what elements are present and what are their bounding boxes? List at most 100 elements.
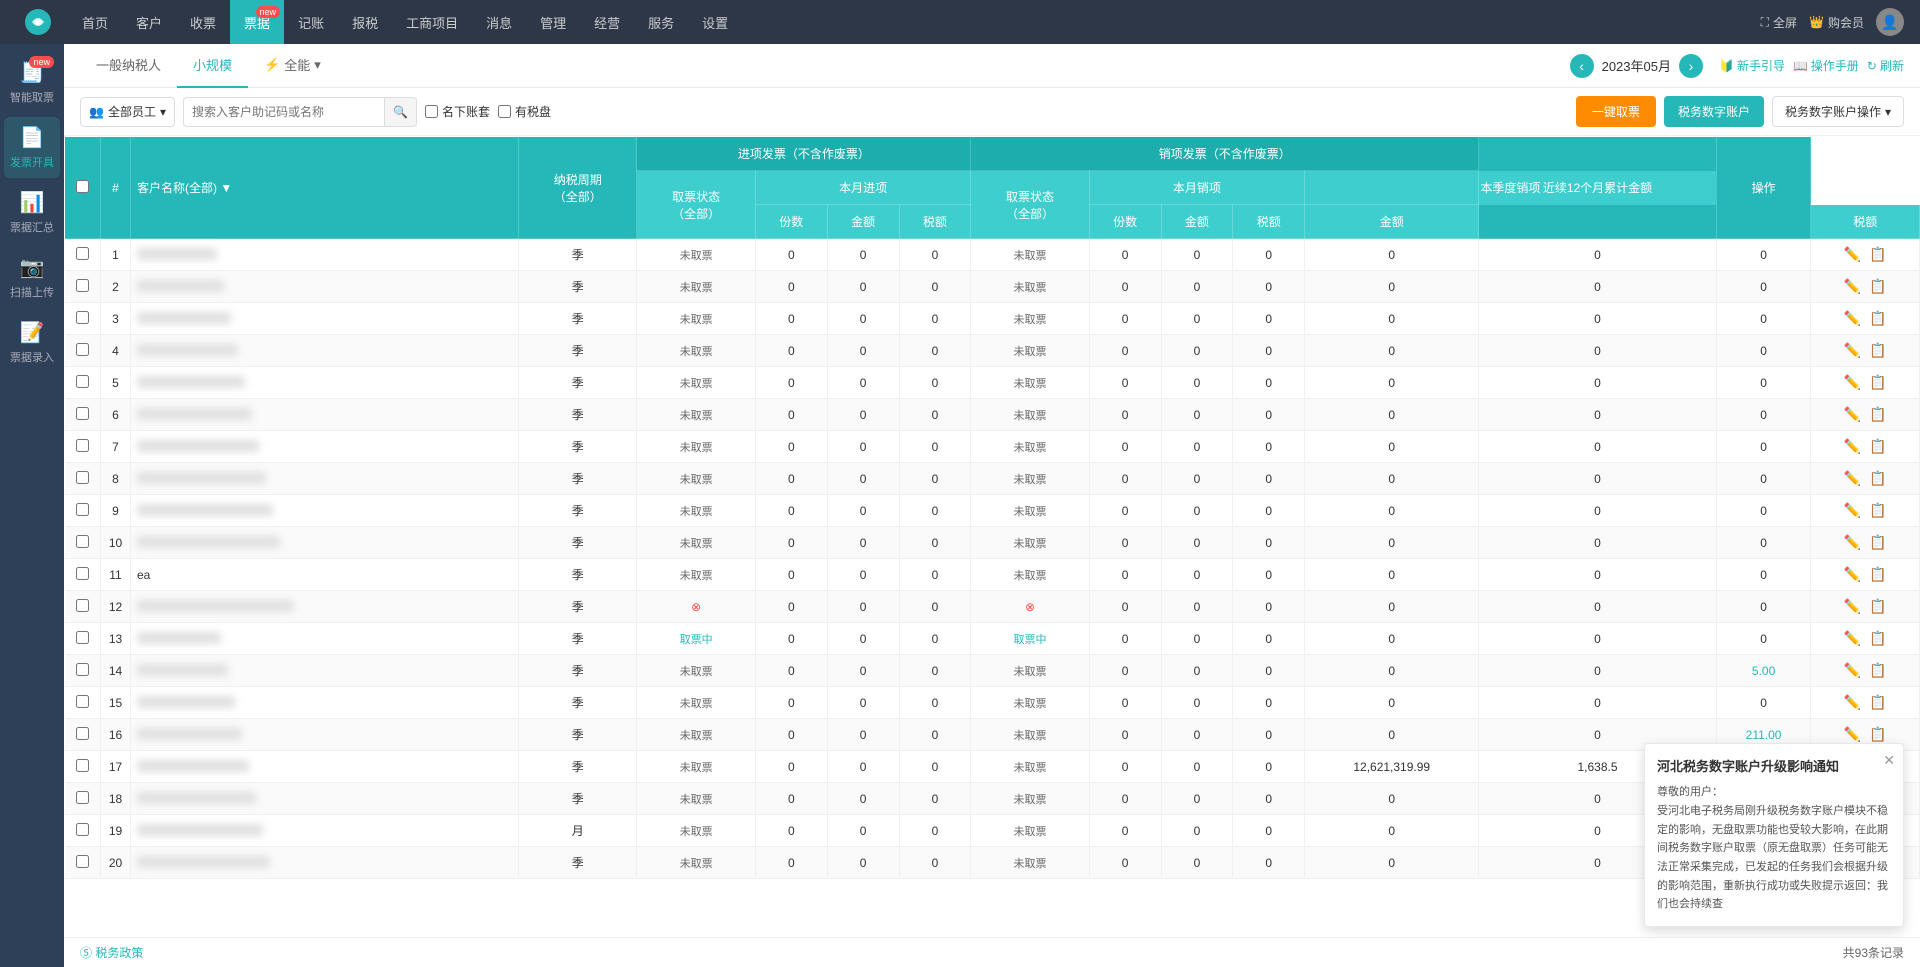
edit-button[interactable]: ✏️ xyxy=(1844,598,1861,615)
sidebar-item-entry[interactable]: 📝 票据录入 xyxy=(4,312,60,373)
one-click-invoice-button[interactable]: 一键取票 xyxy=(1576,96,1656,127)
row-checkbox[interactable] xyxy=(76,375,89,388)
nav-client[interactable]: 客户 xyxy=(122,0,176,44)
period-next-button[interactable]: › xyxy=(1679,54,1703,78)
edit-button[interactable]: ✏️ xyxy=(1844,438,1861,455)
row-checkbox[interactable] xyxy=(76,407,89,420)
tab-general-taxpayer[interactable]: 一般纳税人 xyxy=(80,44,177,88)
tab-all-in-one[interactable]: ⚡ 全能 ▾ xyxy=(248,44,337,88)
sidebar-item-scan[interactable]: 📷 扫描上传 xyxy=(4,247,60,308)
row-checkbox[interactable] xyxy=(76,471,89,484)
row-checkbox[interactable] xyxy=(76,247,89,260)
copy-button[interactable]: 📋 xyxy=(1869,502,1886,519)
row-checkbox-cell[interactable] xyxy=(65,239,101,271)
select-all-checkbox[interactable] xyxy=(76,180,89,193)
edit-button[interactable]: ✏️ xyxy=(1844,726,1861,743)
copy-button[interactable]: 📋 xyxy=(1869,662,1886,679)
copy-button[interactable]: 📋 xyxy=(1869,694,1886,711)
row-checkbox[interactable] xyxy=(76,631,89,644)
copy-button[interactable]: 📋 xyxy=(1869,406,1886,423)
fullscreen-button[interactable]: ⛶ 全屏 xyxy=(1761,14,1797,31)
row-checkbox-cell[interactable] xyxy=(65,751,101,783)
out-status-header[interactable]: 取票状态（全部） xyxy=(971,171,1089,239)
row-checkbox-cell[interactable] xyxy=(65,527,101,559)
client-name-header[interactable]: 客户名称(全部) ▼ xyxy=(131,137,519,239)
row-checkbox[interactable] xyxy=(76,599,89,612)
row-checkbox[interactable] xyxy=(76,503,89,516)
row-checkbox-cell[interactable] xyxy=(65,431,101,463)
row-checkbox[interactable] xyxy=(76,663,89,676)
row-checkbox-cell[interactable] xyxy=(65,367,101,399)
copy-button[interactable]: 📋 xyxy=(1869,278,1886,295)
tax-policy-link[interactable]: ⑤ 税务政策 xyxy=(80,944,143,961)
nav-home[interactable]: 首页 xyxy=(68,0,122,44)
nav-receive[interactable]: 收票 xyxy=(176,0,230,44)
nav-service[interactable]: 服务 xyxy=(634,0,688,44)
edit-button[interactable]: ✏️ xyxy=(1844,246,1861,263)
row-checkbox-cell[interactable] xyxy=(65,847,101,879)
row-checkbox[interactable] xyxy=(76,759,89,772)
in-status-header[interactable]: 取票状态（全部） xyxy=(637,171,755,239)
nav-bookkeeping[interactable]: 记账 xyxy=(284,0,338,44)
tab-small-scale[interactable]: 小规模 xyxy=(177,44,248,88)
checkbox-tax-disk[interactable]: 有税盘 xyxy=(498,103,551,120)
row-checkbox[interactable] xyxy=(76,343,89,356)
copy-button[interactable]: 📋 xyxy=(1869,598,1886,615)
tax-disk-checkbox[interactable] xyxy=(498,105,511,118)
copy-button[interactable]: 📋 xyxy=(1869,438,1886,455)
period-prev-button[interactable]: ‹ xyxy=(1570,54,1594,78)
copy-button[interactable]: 📋 xyxy=(1869,342,1886,359)
row-checkbox[interactable] xyxy=(76,695,89,708)
edit-button[interactable]: ✏️ xyxy=(1844,630,1861,647)
edit-button[interactable]: ✏️ xyxy=(1844,662,1861,679)
account-set-checkbox[interactable] xyxy=(425,105,438,118)
popup-close-button[interactable]: ✕ xyxy=(1883,752,1895,769)
nav-invoice[interactable]: 票据 new xyxy=(230,0,284,44)
nav-manage[interactable]: 管理 xyxy=(526,0,580,44)
checkbox-account-set[interactable]: 名下账套 xyxy=(425,103,490,120)
copy-button[interactable]: 📋 xyxy=(1869,726,1886,743)
row-checkbox[interactable] xyxy=(76,535,89,548)
row-checkbox-cell[interactable] xyxy=(65,335,101,367)
edit-button[interactable]: ✏️ xyxy=(1844,566,1861,583)
edit-button[interactable]: ✏️ xyxy=(1844,342,1861,359)
row-checkbox-cell[interactable] xyxy=(65,719,101,751)
select-all-header[interactable] xyxy=(65,137,101,239)
row-checkbox[interactable] xyxy=(76,727,89,740)
member-button[interactable]: 👑 购会员 xyxy=(1809,14,1864,31)
row-checkbox[interactable] xyxy=(76,279,89,292)
row-checkbox-cell[interactable] xyxy=(65,495,101,527)
edit-button[interactable]: ✏️ xyxy=(1844,310,1861,327)
copy-button[interactable]: 📋 xyxy=(1869,310,1886,327)
nav-operation[interactable]: 经营 xyxy=(580,0,634,44)
manual-button[interactable]: 📖 操作手册 xyxy=(1793,57,1859,74)
row-checkbox[interactable] xyxy=(76,567,89,580)
copy-button[interactable]: 📋 xyxy=(1869,534,1886,551)
nav-tax[interactable]: 报税 xyxy=(338,0,392,44)
copy-button[interactable]: 📋 xyxy=(1869,630,1886,647)
copy-button[interactable]: 📋 xyxy=(1869,246,1886,263)
sidebar-item-open-invoice[interactable]: 📄 发票开具 xyxy=(4,117,60,178)
refresh-button[interactable]: ↻ 刷新 xyxy=(1867,57,1904,74)
search-input[interactable] xyxy=(184,101,384,123)
row-checkbox-cell[interactable] xyxy=(65,687,101,719)
row-checkbox[interactable] xyxy=(76,439,89,452)
row-checkbox-cell[interactable] xyxy=(65,655,101,687)
tax-cycle-header[interactable]: 纳税周期（全部） xyxy=(519,137,637,239)
copy-button[interactable]: 📋 xyxy=(1869,566,1886,583)
row-checkbox-cell[interactable] xyxy=(65,591,101,623)
digital-account-button[interactable]: 税务数字账户 xyxy=(1664,96,1764,127)
copy-button[interactable]: 📋 xyxy=(1869,374,1886,391)
row-checkbox-cell[interactable] xyxy=(65,559,101,591)
nav-business[interactable]: 工商项目 xyxy=(392,0,472,44)
edit-button[interactable]: ✏️ xyxy=(1844,278,1861,295)
row-checkbox-cell[interactable] xyxy=(65,623,101,655)
row-checkbox-cell[interactable] xyxy=(65,271,101,303)
nav-settings[interactable]: 设置 xyxy=(688,0,742,44)
row-checkbox-cell[interactable] xyxy=(65,815,101,847)
row-checkbox-cell[interactable] xyxy=(65,463,101,495)
edit-button[interactable]: ✏️ xyxy=(1844,374,1861,391)
row-checkbox[interactable] xyxy=(76,823,89,836)
edit-button[interactable]: ✏️ xyxy=(1844,406,1861,423)
row-checkbox-cell[interactable] xyxy=(65,303,101,335)
